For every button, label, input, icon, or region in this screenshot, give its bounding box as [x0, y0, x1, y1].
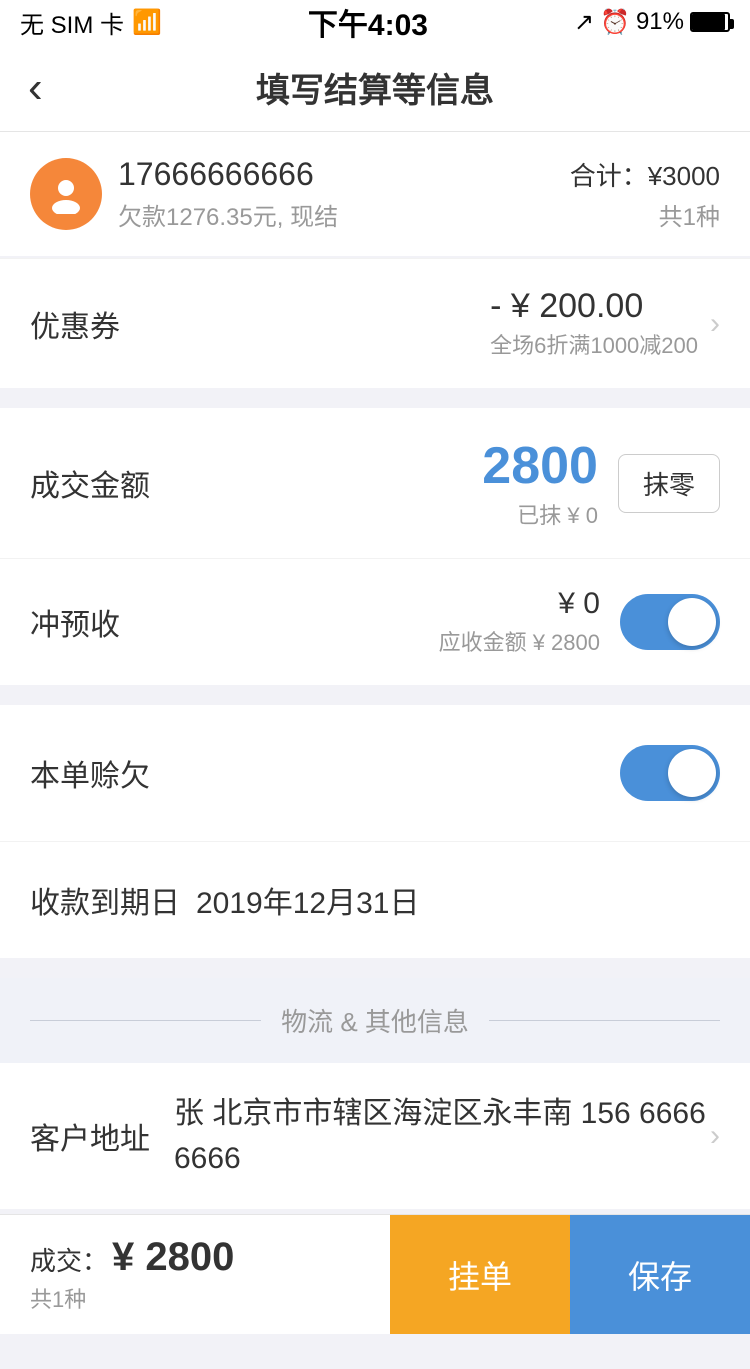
- carrier-label: 无 SIM 卡: [20, 5, 124, 40]
- coupon-right: - ¥ 200.00 全场6折满1000减200 ›: [490, 287, 720, 360]
- due-date-label: 收款到期日: [30, 878, 180, 922]
- section-divider-2: [0, 685, 750, 705]
- customer-phone: 17666666666: [118, 156, 338, 193]
- arrears-row: 本单赊欠: [0, 705, 750, 841]
- prepay-row: 冲预收 ¥ 0 应收金额 ¥ 2800: [0, 559, 750, 685]
- location-icon: ↗: [574, 8, 594, 37]
- prepay-value: ¥ 0: [439, 587, 600, 621]
- address-label: 客户地址: [30, 1114, 150, 1158]
- coupon-description: 全场6折满1000减200: [490, 328, 698, 360]
- footer-summary: 成交： ¥ 2800 共1种: [0, 1215, 390, 1334]
- deal-amount-label: 成交金额: [30, 461, 150, 505]
- customer-left: 17666666666 欠款1276.35元, 现结: [30, 156, 338, 232]
- prepay-toggle[interactable]: [620, 594, 720, 650]
- deal-amount-info: 2800 已抹 ¥ 0: [482, 436, 598, 530]
- chevron-right-icon: ›: [710, 307, 720, 341]
- footer-count: 共1种: [30, 1282, 360, 1314]
- section-divider-3: [0, 958, 750, 978]
- avatar: [30, 158, 102, 230]
- footer-deal-label: 成交：: [30, 1241, 108, 1278]
- customer-debt: 欠款1276.35元, 现结: [118, 197, 338, 232]
- total-count: 共1种: [570, 197, 720, 232]
- coupon-amount: - ¥ 200.00: [490, 287, 698, 326]
- back-button[interactable]: ‹: [28, 63, 43, 113]
- due-date-value: 2019年12月31日: [196, 878, 419, 922]
- footer-amount: ¥ 2800: [112, 1235, 234, 1280]
- section-divider-1: [0, 388, 750, 408]
- time-label: 下午4:03: [308, 0, 428, 44]
- page-title: 填写结算等信息: [256, 63, 494, 112]
- customer-card: 17666666666 欠款1276.35元, 现结 合计：¥3000 共1种: [0, 132, 750, 256]
- customer-right: 合计：¥3000 共1种: [570, 156, 720, 232]
- toggle-knob: [668, 598, 716, 646]
- deal-amount-value: 2800: [482, 436, 598, 496]
- total-label: 合计：¥3000: [570, 156, 720, 193]
- arrears-label: 本单赊欠: [30, 751, 150, 795]
- logistics-title: 物流 & 其他信息: [261, 1002, 489, 1039]
- address-value: 张 北京市市辖区海淀区永丰南 156 6666 6666: [174, 1091, 710, 1181]
- arrears-toggle-knob: [668, 749, 716, 797]
- coupon-label: 优惠券: [30, 302, 120, 346]
- deal-amount-right: 2800 已抹 ¥ 0 抹零: [482, 436, 720, 530]
- logistics-header: 物流 & 其他信息: [0, 978, 750, 1063]
- prepay-label: 冲预收: [30, 600, 120, 644]
- footer: 成交： ¥ 2800 共1种 挂单 保存: [0, 1214, 750, 1334]
- deal-amount-row: 成交金额 2800 已抹 ¥ 0 抹零: [0, 408, 750, 559]
- status-bar: 无 SIM 卡 📶 下午4:03 ↗ ⏰ 91%: [0, 0, 750, 44]
- battery-label: 91%: [636, 8, 684, 36]
- battery-icon: [690, 12, 730, 32]
- coupon-row[interactable]: 优惠券 - ¥ 200.00 全场6折满1000减200 ›: [0, 258, 750, 388]
- coupon-info: - ¥ 200.00 全场6折满1000减200: [490, 287, 698, 360]
- arrears-toggle[interactable]: [620, 745, 720, 801]
- wifi-icon: 📶: [132, 8, 162, 37]
- prepay-sub: 应收金额 ¥ 2800: [439, 625, 600, 657]
- deal-amount-sub: 已抹 ¥ 0: [482, 498, 598, 530]
- nav-bar: ‹ 填写结算等信息: [0, 44, 750, 132]
- prepay-right: ¥ 0 应收金额 ¥ 2800: [439, 587, 720, 657]
- round-button[interactable]: 抹零: [618, 454, 720, 513]
- pending-button[interactable]: 挂单: [390, 1215, 570, 1334]
- save-button[interactable]: 保存: [570, 1215, 750, 1334]
- status-right: ↗ ⏰ 91%: [574, 8, 730, 37]
- status-left: 无 SIM 卡 📶: [20, 5, 162, 40]
- deal-amount-section: 成交金额 2800 已抹 ¥ 0 抹零 冲预收 ¥ 0 应收金额 ¥ 2800: [0, 408, 750, 685]
- due-date-row: 收款到期日 2019年12月31日: [0, 841, 750, 958]
- prepay-info: ¥ 0 应收金额 ¥ 2800: [439, 587, 600, 657]
- address-chevron-icon: ›: [710, 1119, 720, 1153]
- customer-info: 17666666666 欠款1276.35元, 现结: [118, 156, 338, 232]
- alarm-icon: ⏰: [600, 8, 630, 37]
- address-row[interactable]: 客户地址 张 北京市市辖区海淀区永丰南 156 6666 6666 ›: [0, 1063, 750, 1209]
